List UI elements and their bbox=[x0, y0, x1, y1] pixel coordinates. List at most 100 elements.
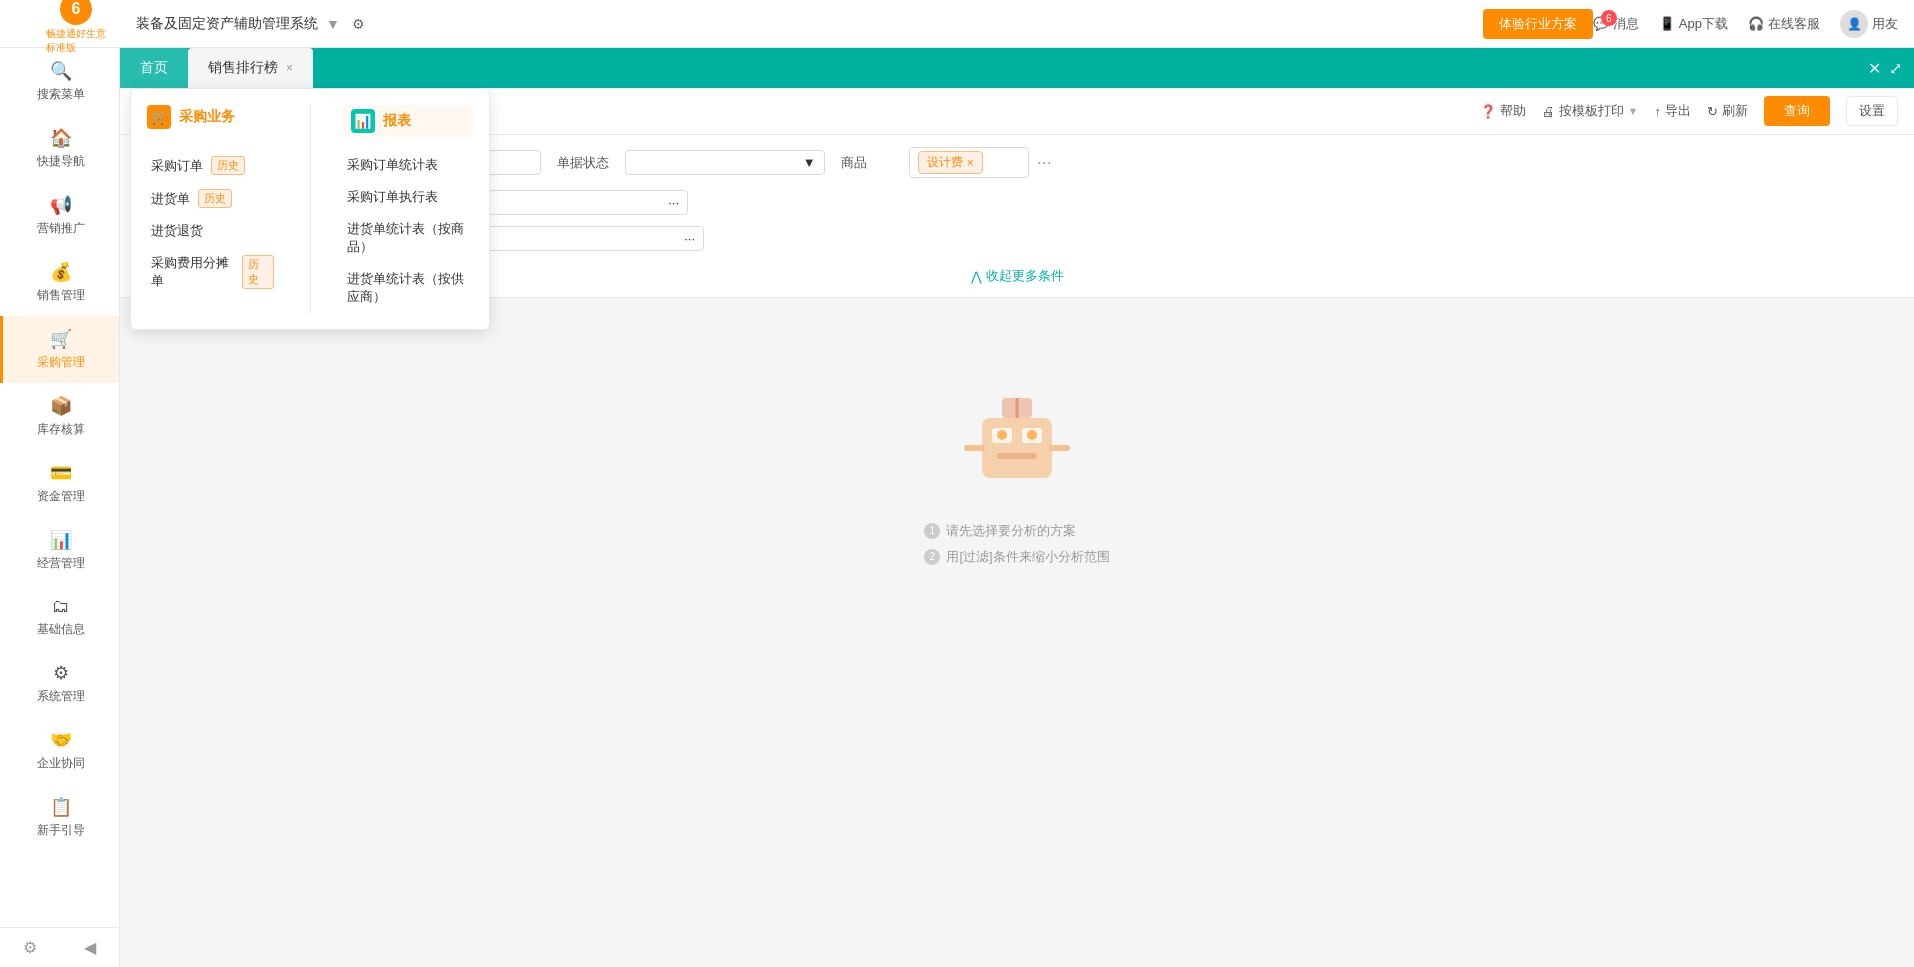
dropdown-divider bbox=[310, 105, 311, 313]
tab-home-label: 首页 bbox=[140, 59, 168, 77]
print-button[interactable]: 🖨 按模板打印 ▼ bbox=[1542, 102, 1639, 120]
sidebar: 🔍 搜索菜单 🏠 快捷导航 📢 营销推广 💰 销售管理 🛒 采购管理 📦 库存核… bbox=[0, 48, 120, 967]
online-service-button[interactable]: 🎧 在线客服 bbox=[1748, 15, 1820, 33]
sales-icon: 💰 bbox=[50, 261, 72, 283]
sidebar-item-system-label: 系统管理 bbox=[37, 688, 85, 705]
sidebar-item-nav[interactable]: 🏠 快捷导航 bbox=[0, 115, 119, 182]
refresh-icon: ↻ bbox=[1707, 104, 1718, 119]
dropdown-item-order-stats[interactable]: 采购订单统计表 bbox=[343, 149, 474, 181]
sidebar-item-nav-label: 快捷导航 bbox=[37, 153, 85, 170]
sidebar-item-sales[interactable]: 💰 销售管理 bbox=[0, 249, 119, 316]
dropdown-item-incoming-by-supplier[interactable]: 进货单统计表（按供应商） bbox=[343, 263, 474, 313]
print-arrow-icon: ▼ bbox=[1628, 105, 1639, 117]
message-badge: 6 bbox=[1601, 10, 1617, 26]
sidebar-collapse-icon[interactable]: ◀ bbox=[84, 938, 96, 957]
sidebar-item-collab[interactable]: 🤝 企业协同 bbox=[0, 717, 119, 784]
ops-icon: 📊 bbox=[50, 529, 72, 551]
tab-bar: 首页 销售排行榜 × ✕ ⤢ bbox=[120, 48, 1914, 88]
purchase-title-text: 采购业务 bbox=[179, 108, 235, 126]
topbar-right: 💬 6 消息 📱 App下载 🎧 在线客服 👤 用友 bbox=[1593, 10, 1898, 38]
dropdown-item-return[interactable]: 进货退货 bbox=[147, 215, 278, 247]
logo-text: 畅捷通好生意 标准版 bbox=[46, 27, 106, 55]
market-icon: 📢 bbox=[50, 194, 72, 216]
home-icon: 🏠 bbox=[50, 127, 72, 149]
expense-hist-badge: 历史 bbox=[242, 255, 274, 289]
dropdown-item-incoming[interactable]: 进货单 历史 bbox=[147, 182, 278, 215]
service-icon: 🎧 bbox=[1748, 16, 1764, 31]
print-icon: 🖨 bbox=[1542, 104, 1555, 119]
goods-tag-close[interactable]: × bbox=[967, 156, 974, 170]
svg-rect-0 bbox=[982, 418, 1052, 478]
guide-icon: 📋 bbox=[50, 796, 72, 818]
svg-point-4 bbox=[1027, 430, 1037, 440]
bill-status-select[interactable]: ▼ bbox=[625, 150, 825, 175]
dropdown-purchase-title: 🛒 采购业务 bbox=[147, 105, 278, 137]
dropdown-item-order-exec-label: 采购订单执行表 bbox=[347, 188, 438, 206]
refresh-button[interactable]: ↻ 刷新 bbox=[1707, 102, 1748, 120]
dropdown-item-purchase-order[interactable]: 采购订单 历史 bbox=[147, 149, 278, 182]
sidebar-item-guide[interactable]: 📋 新手引导 bbox=[0, 784, 119, 851]
collapse-label: 收起更多条件 bbox=[986, 267, 1064, 285]
search-icon: 🔍 bbox=[50, 60, 72, 82]
refresh-label: 刷新 bbox=[1722, 102, 1748, 120]
tab-close-icon[interactable]: × bbox=[286, 61, 293, 75]
help-icon: ❓ bbox=[1480, 104, 1496, 119]
dropdown-item-expense[interactable]: 采购费用分摊单 历史 bbox=[147, 247, 278, 297]
goods-tag-text: 设计费 bbox=[927, 154, 963, 171]
tab-close-all-icon[interactable]: ✕ bbox=[1868, 59, 1881, 78]
title-arrow-icon[interactable]: ▼ bbox=[326, 16, 340, 32]
sidebar-item-purchase-label: 采购管理 bbox=[37, 354, 85, 371]
sidebar-item-inventory-label: 库存核算 bbox=[37, 421, 85, 438]
sidebar-item-purchase[interactable]: 🛒 采购管理 bbox=[0, 316, 119, 383]
user-button[interactable]: 👤 用友 bbox=[1840, 10, 1898, 38]
app-download-button[interactable]: 📱 App下载 bbox=[1659, 15, 1728, 33]
sidebar-item-ops[interactable]: 📊 经营管理 bbox=[0, 517, 119, 584]
dropdown-item-order-exec[interactable]: 采购订单执行表 bbox=[343, 181, 474, 213]
bill-status-label: 单据状态 bbox=[557, 154, 617, 172]
sidebar-item-base-label: 基础信息 bbox=[37, 621, 85, 638]
user-avatar: 👤 bbox=[1840, 10, 1868, 38]
sidebar-settings-icon[interactable]: ⚙ bbox=[23, 938, 37, 957]
salesman-more-icon[interactable]: ··· bbox=[668, 195, 679, 210]
svg-point-3 bbox=[997, 430, 1007, 440]
sidebar-item-finance[interactable]: 💳 资金管理 bbox=[0, 450, 119, 517]
query-button[interactable]: 查询 bbox=[1764, 96, 1830, 126]
goods-more-icon[interactable]: ··· bbox=[1037, 152, 1052, 173]
dropdown-item-incoming-by-goods-label: 进货单统计表（按商品） bbox=[347, 220, 470, 256]
help-button[interactable]: ❓ 帮助 bbox=[1480, 102, 1526, 120]
dropdown-menu: 🛒 采购业务 采购订单 历史 进货单 历史 进货退货 采购费用分摊单 历史 📊 … bbox=[130, 88, 490, 330]
dropdown-item-incoming-by-goods[interactable]: 进货单统计表（按商品） bbox=[343, 213, 474, 263]
settings-icon[interactable]: ⚙ bbox=[352, 16, 365, 32]
tab-sales-rank[interactable]: 销售排行榜 × bbox=[188, 48, 313, 88]
filter-bill-status: 单据状态 ▼ bbox=[557, 150, 825, 175]
empty-tip-2-text: 用[过滤]条件来缩小分析范围 bbox=[946, 544, 1109, 570]
filter-goods: 商品 设计费 × ··· bbox=[841, 147, 1052, 178]
sidebar-item-inventory[interactable]: 📦 库存核算 bbox=[0, 383, 119, 450]
print-label: 按模板打印 bbox=[1559, 102, 1624, 120]
topbar: 6 畅捷通好生意 标准版 装备及固定资产辅助管理系统 ▼ ⚙ 体验行业方案 💬 … bbox=[0, 0, 1914, 48]
sidebar-item-finance-label: 资金管理 bbox=[37, 488, 85, 505]
sidebar-item-collab-label: 企业协同 bbox=[37, 755, 85, 772]
sidebar-item-base[interactable]: 🗂 基础信息 bbox=[0, 584, 119, 650]
salesman-select[interactable]: ··· bbox=[488, 190, 688, 215]
trial-button[interactable]: 体验行业方案 bbox=[1483, 9, 1593, 39]
logo: 6 畅捷通好生意 标准版 bbox=[16, 0, 136, 55]
settings-button[interactable]: 设置 bbox=[1846, 96, 1898, 126]
sidebar-item-search[interactable]: 🔍 搜索菜单 bbox=[0, 48, 119, 115]
customer-more-icon[interactable]: ··· bbox=[684, 231, 695, 246]
tab-maximize-icon[interactable]: ⤢ bbox=[1889, 59, 1902, 78]
sidebar-item-market[interactable]: 📢 营销推广 bbox=[0, 182, 119, 249]
app-icon: 📱 bbox=[1659, 16, 1675, 31]
sidebar-item-sales-label: 销售管理 bbox=[37, 287, 85, 304]
sidebar-item-system[interactable]: ⚙ 系统管理 bbox=[0, 650, 119, 717]
dropdown-item-order-stats-label: 采购订单统计表 bbox=[347, 156, 438, 174]
bill-status-arrow-icon: ▼ bbox=[803, 155, 816, 170]
message-button[interactable]: 💬 6 消息 bbox=[1593, 15, 1639, 33]
logo-main-text: 畅捷通好生意 bbox=[46, 27, 106, 41]
sidebar-item-guide-label: 新手引导 bbox=[37, 822, 85, 839]
finance-icon: 💳 bbox=[50, 462, 72, 484]
report-title-text: 报表 bbox=[383, 112, 411, 130]
logo-icon: 6 bbox=[60, 0, 92, 25]
incoming-hist-badge: 历史 bbox=[198, 189, 232, 208]
export-button[interactable]: ↑ 导出 bbox=[1655, 102, 1692, 120]
